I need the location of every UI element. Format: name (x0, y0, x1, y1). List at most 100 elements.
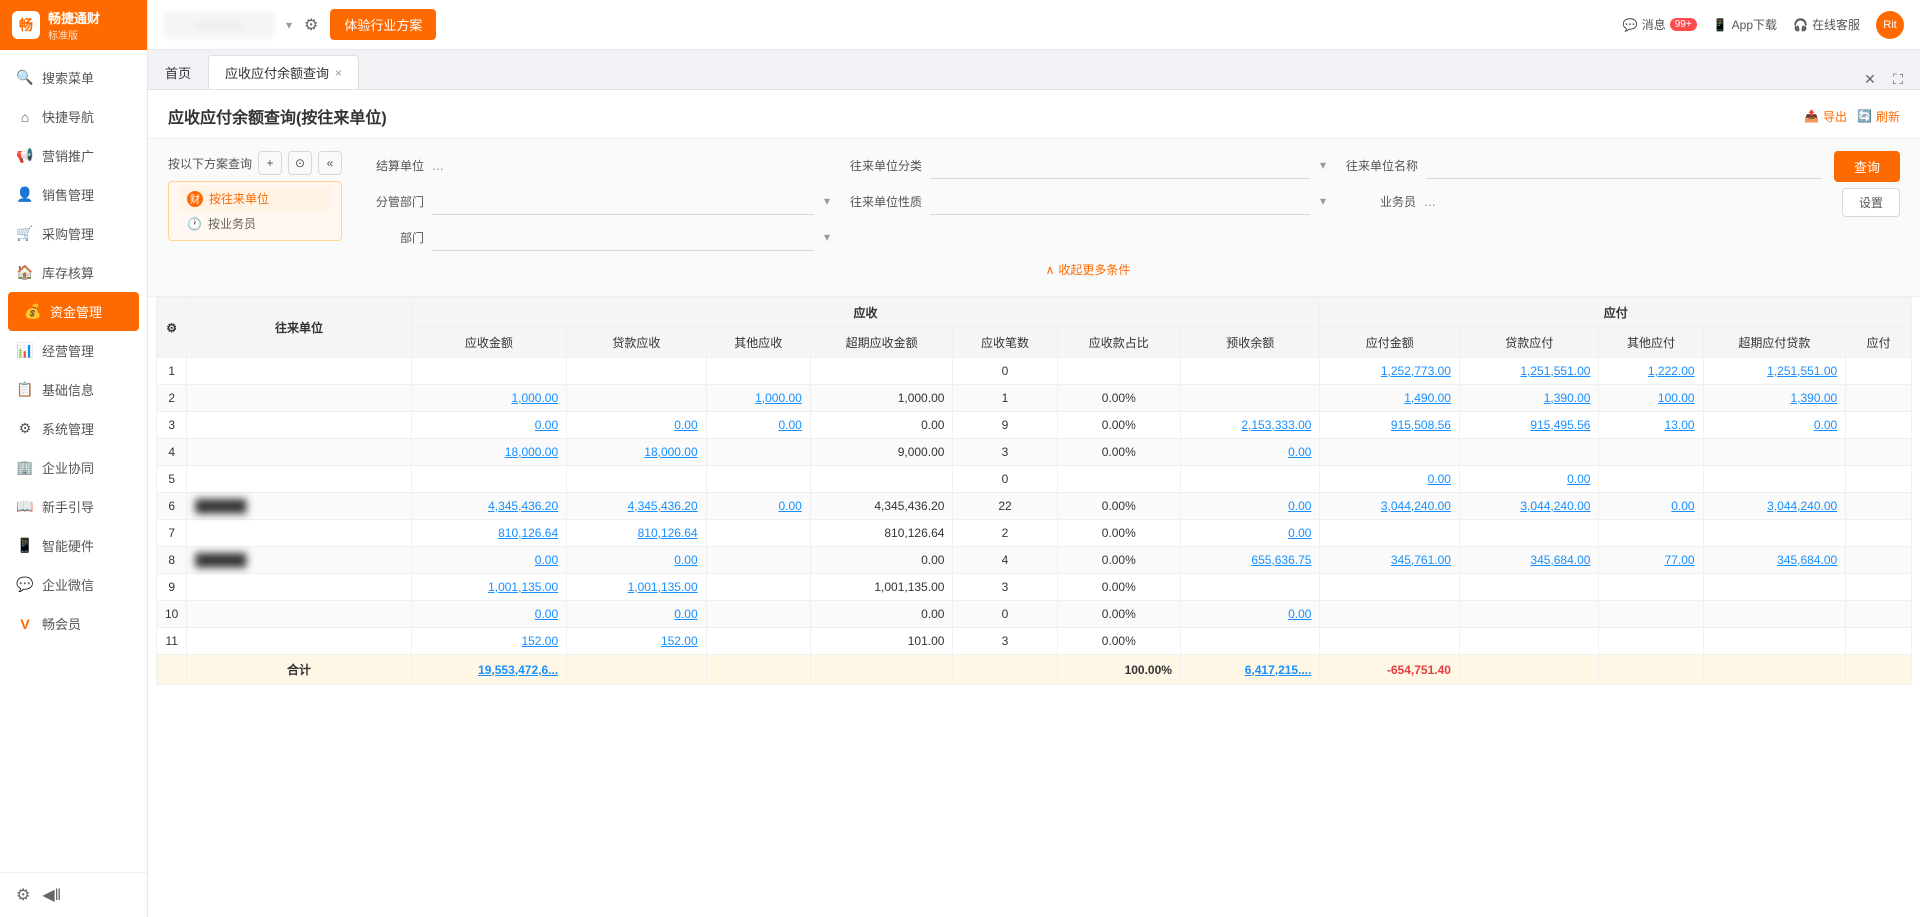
sidebar-item-member[interactable]: V 畅会员 (0, 604, 147, 643)
data-cell[interactable] (706, 358, 810, 385)
data-cell[interactable] (1320, 628, 1460, 655)
collapse-more-btn[interactable]: ∧ 收起更多条件 (354, 255, 1822, 284)
data-cell[interactable]: 0.00 (411, 412, 567, 439)
data-cell[interactable]: 18,000.00 (567, 439, 707, 466)
topbar-user[interactable]: Rit (1876, 11, 1904, 39)
tab-ar-ap[interactable]: 应收应付余额查询 × (208, 55, 359, 89)
tab-close-icon[interactable]: × (335, 66, 342, 80)
refresh-btn[interactable]: 🔄 刷新 (1857, 108, 1900, 125)
data-cell[interactable] (706, 466, 810, 493)
data-cell[interactable]: 345,684.00 (1459, 547, 1599, 574)
data-cell[interactable] (1599, 466, 1703, 493)
data-cell[interactable]: 100.00 (1599, 385, 1703, 412)
sidebar-collapse-icon[interactable]: ◀‖ (42, 885, 61, 905)
data-cell[interactable] (1320, 601, 1460, 628)
sidebar-item-quick[interactable]: ⌂ 快捷导航 (0, 97, 147, 136)
maximize-icon[interactable]: ⛶ (1888, 69, 1908, 89)
data-cell[interactable] (1703, 466, 1846, 493)
sidebar-item-inventory[interactable]: 🏠 库存核算 (0, 253, 147, 292)
data-cell[interactable]: 0.00 (1599, 493, 1703, 520)
messages-btn[interactable]: 💬 消息 99+ (1623, 16, 1697, 33)
data-cell[interactable]: 0.00 (411, 547, 567, 574)
data-cell[interactable]: 1,251,551.00 (1459, 358, 1599, 385)
sidebar-item-hardware[interactable]: 📱 智能硬件 (0, 526, 147, 565)
sidebar-item-operation[interactable]: 📊 经营管理 (0, 331, 147, 370)
data-cell[interactable] (1599, 520, 1703, 547)
data-cell[interactable]: 915,508.56 (1320, 412, 1460, 439)
data-cell[interactable] (411, 358, 567, 385)
data-cell[interactable] (1180, 628, 1320, 655)
data-cell[interactable] (567, 385, 707, 412)
table-settings-header[interactable]: ⚙ (157, 298, 187, 358)
tab-home[interactable]: 首页 (148, 55, 208, 89)
app-download-btn[interactable]: 📱 App下载 (1713, 16, 1777, 33)
data-cell[interactable]: 0.00 (706, 493, 810, 520)
salesman-dots[interactable]: ... (1424, 193, 1436, 209)
data-cell[interactable]: 1,390.00 (1459, 385, 1599, 412)
data-cell[interactable] (706, 628, 810, 655)
data-cell[interactable] (1703, 628, 1846, 655)
online-service-btn[interactable]: 🎧 在线客服 (1793, 16, 1860, 33)
data-cell[interactable] (1703, 439, 1846, 466)
partner-category-select[interactable] (930, 151, 1310, 179)
data-cell[interactable] (411, 466, 567, 493)
data-cell[interactable] (706, 520, 810, 547)
footer-ar-prepaid[interactable]: 6,417,215.... (1180, 655, 1320, 685)
data-cell[interactable]: 345,761.00 (1320, 547, 1460, 574)
data-cell[interactable]: 345,684.00 (1703, 547, 1846, 574)
data-cell[interactable]: 0.00 (1180, 439, 1320, 466)
data-cell[interactable]: 3,044,240.00 (1320, 493, 1460, 520)
data-cell[interactable]: 0.00 (1180, 601, 1320, 628)
data-cell[interactable]: 1,000.00 (411, 385, 567, 412)
sidebar-item-corp[interactable]: 🏢 企业协同 (0, 448, 147, 487)
partner-nature-select[interactable] (930, 187, 1310, 215)
data-cell[interactable] (1703, 601, 1846, 628)
data-cell[interactable]: 810,126.64 (567, 520, 707, 547)
partner-name-input[interactable] (1426, 151, 1822, 179)
data-cell[interactable]: 1,001,135.00 (411, 574, 567, 601)
sidebar-item-sales[interactable]: 👤 销售管理 (0, 175, 147, 214)
scheme-add-btn[interactable]: + (258, 151, 282, 175)
data-cell[interactable]: 1,390.00 (1703, 385, 1846, 412)
data-cell[interactable]: 0.00 (567, 412, 707, 439)
data-cell[interactable] (1599, 601, 1703, 628)
data-cell[interactable] (1703, 574, 1846, 601)
data-cell[interactable] (1459, 628, 1599, 655)
data-cell[interactable]: 2,153,333.00 (1180, 412, 1320, 439)
sidebar-item-purchase[interactable]: 🛒 采购管理 (0, 214, 147, 253)
data-cell[interactable]: 0.00 (1459, 466, 1599, 493)
topbar-gear-icon[interactable]: ⚙ (304, 15, 318, 35)
data-cell[interactable]: 152.00 (411, 628, 567, 655)
data-cell[interactable] (1180, 466, 1320, 493)
data-cell[interactable] (1599, 439, 1703, 466)
sidebar-item-system[interactable]: ⚙ 系统管理 (0, 409, 147, 448)
sidebar-item-basic[interactable]: 📋 基础信息 (0, 370, 147, 409)
data-cell[interactable] (1459, 520, 1599, 547)
data-cell[interactable] (1599, 628, 1703, 655)
data-cell[interactable]: 13.00 (1599, 412, 1703, 439)
data-cell[interactable] (1459, 574, 1599, 601)
footer-ar-amount[interactable]: 19,553,472,6... (411, 655, 567, 685)
data-cell[interactable]: 810,126.64 (411, 520, 567, 547)
scheme-by-salesman[interactable]: 🕐 按业务员 (179, 211, 331, 236)
data-cell[interactable]: 1,001,135.00 (567, 574, 707, 601)
data-cell[interactable]: 4,345,436.20 (411, 493, 567, 520)
data-cell[interactable]: 4,345,436.20 (567, 493, 707, 520)
sidebar-item-marketing[interactable]: 📢 营销推广 (0, 136, 147, 175)
data-cell[interactable] (1599, 574, 1703, 601)
query-btn[interactable]: 查询 (1834, 151, 1900, 182)
data-cell[interactable] (1703, 520, 1846, 547)
data-cell[interactable]: 1,251,551.00 (1703, 358, 1846, 385)
data-cell[interactable]: 1,252,773.00 (1320, 358, 1460, 385)
data-cell[interactable]: 0.00 (567, 547, 707, 574)
data-cell[interactable] (706, 439, 810, 466)
industry-btn[interactable]: 体验行业方案 (330, 9, 436, 40)
data-cell[interactable] (706, 547, 810, 574)
sidebar-item-guide[interactable]: 📖 新手引导 (0, 487, 147, 526)
data-cell[interactable]: 915,495.56 (1459, 412, 1599, 439)
export-btn[interactable]: 📤 导出 (1804, 108, 1847, 125)
data-cell[interactable]: 3,044,240.00 (1459, 493, 1599, 520)
settings-btn[interactable]: 设置 (1842, 188, 1900, 217)
data-cell[interactable]: 3,044,240.00 (1703, 493, 1846, 520)
data-cell[interactable] (1320, 520, 1460, 547)
